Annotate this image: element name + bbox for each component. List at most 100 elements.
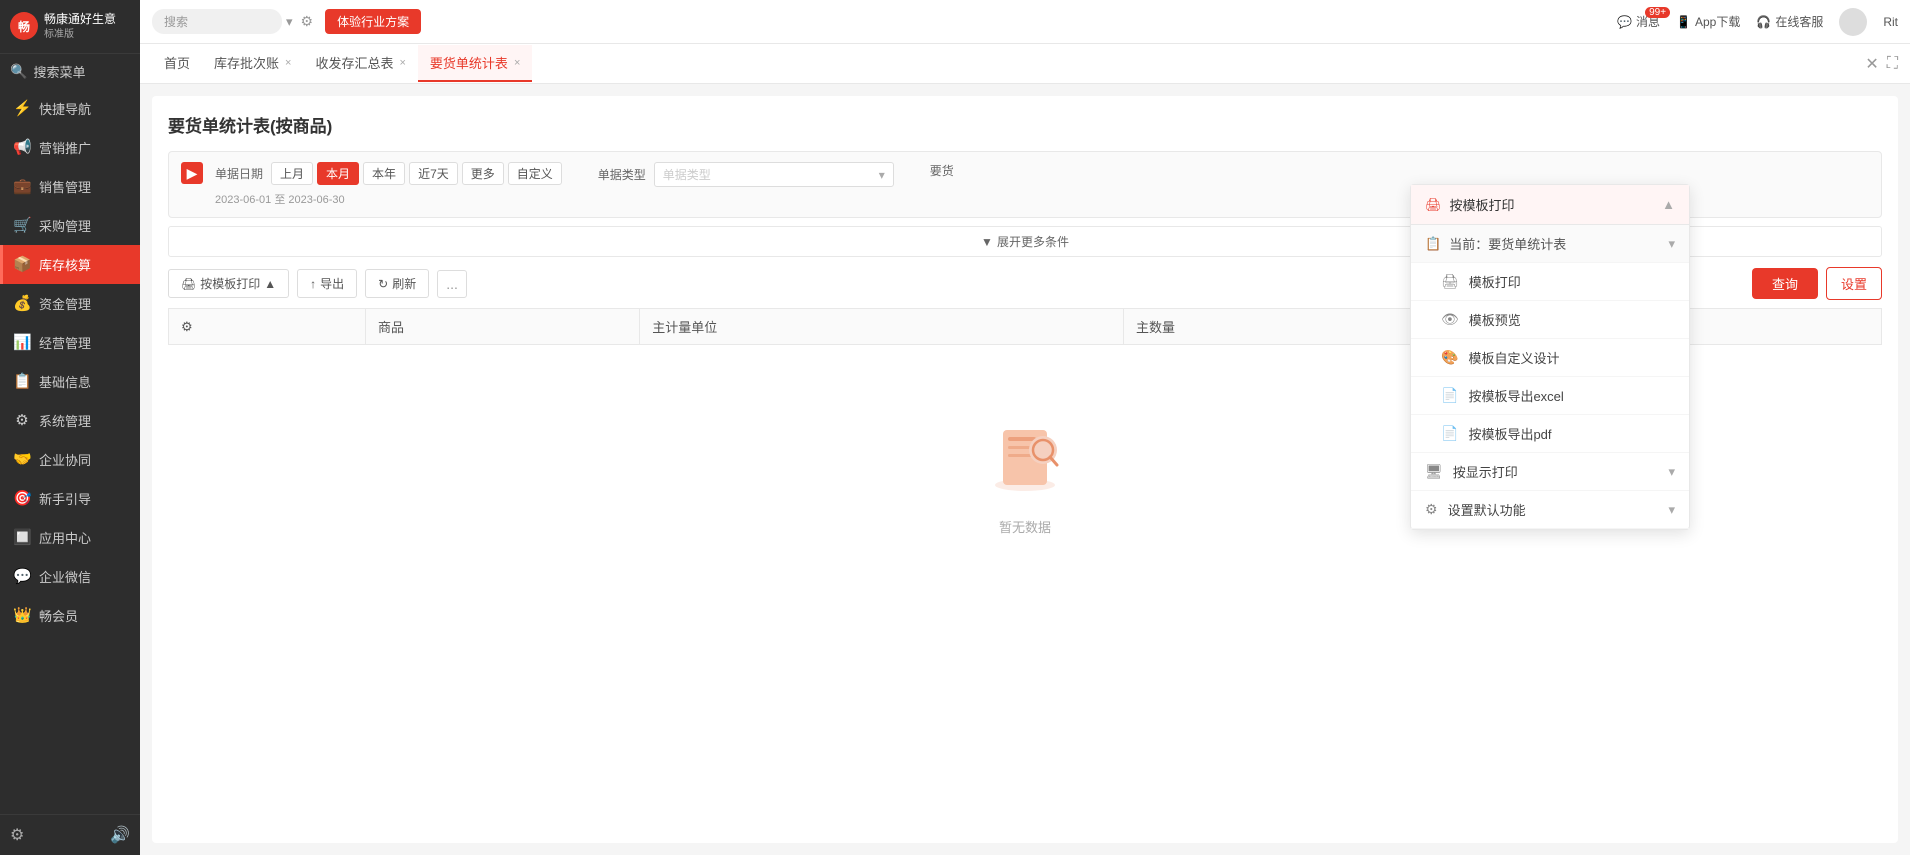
item-icon-template-custom: 🎨 — [1441, 349, 1458, 366]
tab-order-stats[interactable]: 要货单统计表× — [418, 45, 532, 82]
dropdown-section-display-print[interactable]: 🖥按显示打印▾ — [1411, 453, 1689, 491]
topbar-dropdown-arrow[interactable]: ▾ — [286, 14, 293, 30]
refresh-button[interactable]: ↻ 刷新 — [365, 269, 429, 298]
page-content: 要货单统计表(按商品) ▶ 单据日期 上月本月本年近7天更多自定义 2023-0… — [140, 84, 1910, 855]
app-download-btn[interactable]: 📱 App下载 — [1676, 13, 1740, 30]
section-icon-set-default: ⚙ — [1425, 501, 1438, 518]
settings-icon[interactable]: ⚙ — [10, 825, 24, 845]
sidebar-search[interactable]: 🔍 搜索菜单 — [0, 54, 140, 89]
topbar-search[interactable]: 搜索 — [152, 9, 282, 34]
sidebar-item-basic[interactable]: 📋基础信息 — [0, 362, 140, 401]
dropdown-close-icon[interactable]: ▲ — [1662, 197, 1675, 212]
print-arrow-icon: ▲ — [264, 277, 276, 291]
item-icon-template-print: 🖨 — [1441, 273, 1459, 290]
nav-icon-operation: 📊 — [13, 333, 31, 351]
item-icon-template-export-pdf: 📄 — [1441, 425, 1458, 442]
tab-home[interactable]: 首页 — [152, 45, 202, 82]
sidebar-item-system[interactable]: ⚙ 系统管理 — [0, 401, 140, 440]
date-btn-近7天[interactable]: 近7天 — [409, 162, 458, 185]
filter-date-section: 单据日期 上月本月本年近7天更多自定义 2023-06-01 至 2023-06… — [215, 162, 562, 207]
nav-label-basic: 基础信息 — [39, 372, 91, 391]
nav-label-inventory: 库存核算 — [39, 255, 91, 274]
col-unit: 主计量单位 — [640, 309, 1124, 345]
search-icon: 🔍 — [10, 63, 27, 80]
print-dropdown: 🖨 按模板打印 ▲ 📋 当前：要货单统计表 ▾ 🖨模板打印👁模板预览🎨模板自定义… — [1410, 184, 1690, 530]
nav-label-purchase: 采购管理 — [39, 216, 91, 235]
sidebar-item-sales[interactable]: 💼销售管理 — [0, 167, 140, 206]
section-label-set-default: 设置默认功能 — [1448, 500, 1526, 519]
current-template-item[interactable]: 📋 当前：要货单统计表 ▾ — [1411, 225, 1689, 263]
item-icon-template-export-excel: 📄 — [1441, 387, 1458, 404]
nav-label-sales: 销售管理 — [39, 177, 91, 196]
messages-btn[interactable]: 💬 消息 99+ — [1617, 13, 1660, 30]
sidebar-item-appstore[interactable]: 🔲应用中心 — [0, 518, 140, 557]
nav-label-operation: 经营管理 — [39, 333, 91, 352]
trial-button[interactable]: 体验行业方案 — [325, 9, 421, 34]
tab-label-receipt-summary: 收发存汇总表 — [315, 53, 393, 72]
order-product-filter: 要货 — [930, 162, 954, 179]
col-settings[interactable]: ⚙ — [169, 309, 366, 345]
date-btn-本月[interactable]: 本月 — [317, 162, 359, 185]
main-content: 搜索 ▾ ⚙ 体验行业方案 💬 消息 99+ 📱 App下载 🎧 在线客服 Ri… — [140, 0, 1910, 855]
dropdown-item-template-custom[interactable]: 🎨模板自定义设计 — [1411, 339, 1689, 377]
nav-icon-system: ⚙ — [13, 411, 31, 429]
order-type-select[interactable]: 单据类型 ▾ — [654, 162, 894, 187]
sidebar-item-purchase[interactable]: 🛒采购管理 — [0, 206, 140, 245]
export-button[interactable]: ↑ 导出 — [297, 269, 357, 298]
section-arrow-display-print: ▾ — [1668, 464, 1675, 480]
date-btn-本年[interactable]: 本年 — [363, 162, 405, 185]
tab-close-inventory-batch[interactable]: × — [285, 57, 291, 69]
tab-inventory-batch[interactable]: 库存批次账× — [202, 45, 303, 82]
tab-close-order-stats[interactable]: × — [514, 57, 520, 69]
query-button[interactable]: 查询 — [1752, 268, 1818, 299]
date-btn-自定义[interactable]: 自定义 — [508, 162, 562, 185]
nav-label-enterprise: 企业协同 — [39, 450, 91, 469]
message-icon: 💬 — [1617, 15, 1632, 29]
nav-label-marketing: 营销推广 — [39, 138, 91, 157]
print-button[interactable]: 🖨 按模板打印 ▲ — [168, 269, 289, 298]
sidebar-item-newbie[interactable]: 🎯新手引导 — [0, 479, 140, 518]
page-title: 要货单统计表(按商品) — [168, 112, 1882, 137]
nav-icon-wechat: 💬 — [13, 567, 31, 585]
sidebar-item-quick-nav[interactable]: ⚡快捷导航 — [0, 89, 140, 128]
date-btn-上月[interactable]: 上月 — [271, 162, 313, 185]
username[interactable]: Rit — [1883, 15, 1898, 29]
sound-icon[interactable]: 🔊 — [110, 825, 130, 845]
tab-maximize[interactable]: ⛶ — [1887, 55, 1898, 73]
nav-label-system: 系统管理 — [39, 411, 91, 430]
sidebar-item-marketing[interactable]: 📢 营销推广 — [0, 128, 140, 167]
sidebar-item-finance[interactable]: 💰资金管理 — [0, 284, 140, 323]
tab-close-all[interactable]: ✕ — [1865, 54, 1878, 74]
col-product: 商品 — [366, 309, 640, 345]
settings-button[interactable]: 设置 — [1826, 267, 1882, 300]
more-button[interactable]: ... — [437, 270, 467, 298]
order-type-value: 单据类型 — [663, 166, 711, 183]
select-arrow-icon: ▾ — [879, 168, 885, 182]
dropdown-section-set-default[interactable]: ⚙设置默认功能▾ — [1411, 491, 1689, 529]
sidebar-item-wechat[interactable]: 💬企业微信 — [0, 557, 140, 596]
avatar[interactable] — [1839, 8, 1867, 36]
dropdown-item-template-preview[interactable]: 👁 模板预览 — [1411, 301, 1689, 339]
item-label-template-export-excel: 按模板导出excel — [1468, 386, 1563, 405]
sidebar-item-enterprise[interactable]: 🤝企业协同 — [0, 440, 140, 479]
tab-receipt-summary[interactable]: 收发存汇总表 × — [303, 45, 417, 82]
section-label-display-print: 按显示打印 — [1453, 462, 1518, 481]
nav-icon-member: 👑 — [13, 606, 31, 624]
date-btn-更多[interactable]: 更多 — [462, 162, 504, 185]
item-label-template-print: 模板打印 — [1469, 272, 1521, 291]
tab-close-receipt-summary[interactable]: × — [399, 57, 405, 69]
item-label-template-preview: 模板预览 — [1469, 310, 1521, 329]
nav-icon-marketing: 📢 — [13, 138, 31, 156]
dropdown-item-template-export-excel[interactable]: 📄 按模板导出excel — [1411, 377, 1689, 415]
sidebar-item-inventory[interactable]: 📦库存核算 — [0, 245, 140, 284]
filter-expand-button[interactable]: ▶ — [181, 162, 203, 184]
sidebar-item-operation[interactable]: 📊 经营管理 — [0, 323, 140, 362]
sidebar-item-member[interactable]: 👑畅会员 — [0, 596, 140, 635]
logo-text: 畅康通好生意 标准版 — [44, 12, 116, 41]
messages-badge: 99+ — [1645, 7, 1670, 18]
item-icon-template-preview: 👁 — [1441, 311, 1459, 328]
topbar-gear-icon[interactable]: ⚙ — [301, 13, 314, 30]
dropdown-item-template-print[interactable]: 🖨 模板打印 — [1411, 263, 1689, 301]
online-service-btn[interactable]: 🎧 在线客服 — [1756, 13, 1823, 30]
dropdown-item-template-export-pdf[interactable]: 📄按模板导出pdf — [1411, 415, 1689, 453]
